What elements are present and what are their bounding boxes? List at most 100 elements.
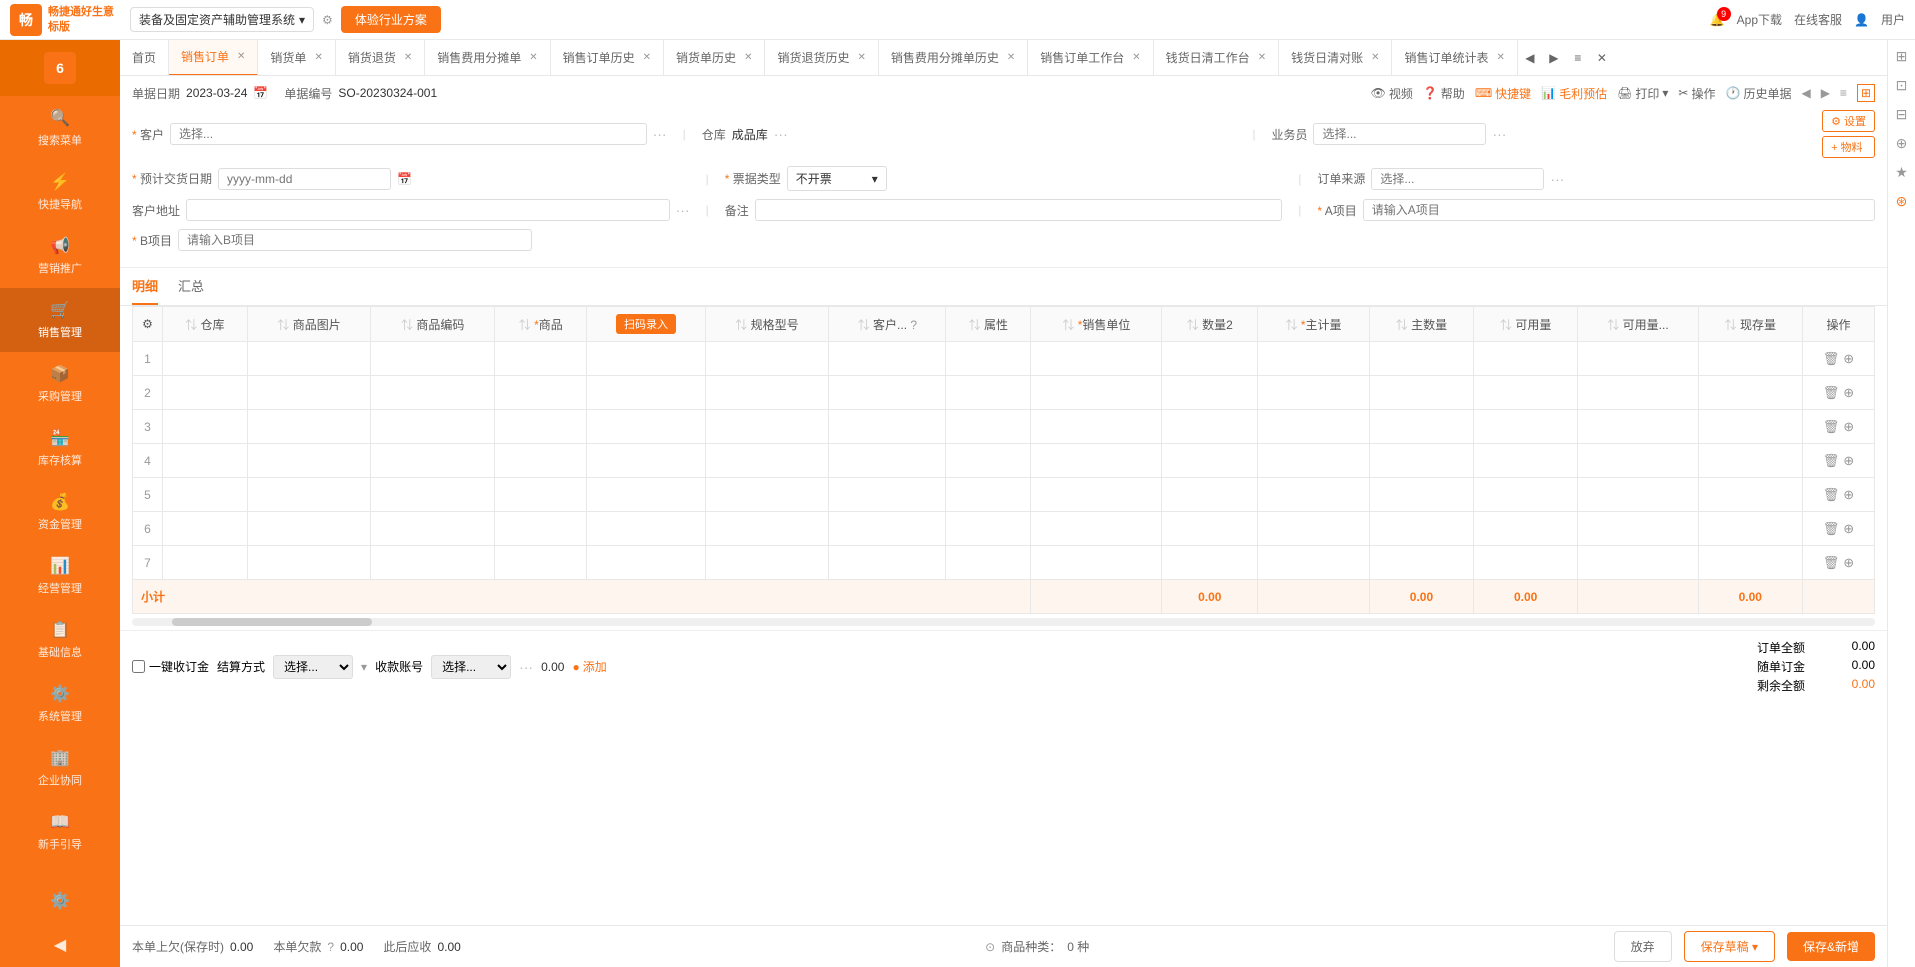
tab-detail[interactable]: 明细 [132, 268, 158, 305]
delete-icon[interactable]: 🗑 [1823, 487, 1840, 503]
copy-icon[interactable]: ⊕ [1843, 419, 1854, 435]
scroll-thumb[interactable] [172, 618, 372, 626]
tab-order-workbench[interactable]: 销售订单工作台 ✕ [1028, 40, 1153, 76]
nav-next-icon[interactable]: ▶ [1821, 86, 1830, 100]
col-attributes[interactable]: ⇅ 属性 [946, 307, 1031, 342]
grid-view-icon[interactable]: ⊞ [1857, 84, 1875, 102]
tab-menu-btn[interactable]: ≡ [1566, 40, 1590, 76]
row-spec[interactable] [705, 342, 829, 376]
tab-order-history[interactable]: 销售订单历史 ✕ [551, 40, 664, 76]
tab-home[interactable]: 首页 [120, 40, 169, 76]
copy-icon[interactable]: ⊕ [1843, 351, 1854, 367]
col-main-qty[interactable]: ⇅ 主数量 [1369, 307, 1473, 342]
tab-daily-workbench[interactable]: 钱货日清工作台 ✕ [1154, 40, 1279, 76]
scan-input-btn[interactable]: 扫码录入 [616, 314, 676, 334]
discard-btn[interactable]: 放弃 [1614, 931, 1672, 962]
col-qty2[interactable]: ⇅ 数量2 [1162, 307, 1258, 342]
tab-sales-refund[interactable]: 销货退货 ✕ [336, 40, 425, 76]
sidebar-settings-btn[interactable]: ⚙️ [0, 879, 120, 923]
sidebar-item-new-guide[interactable]: 📖 新手引导 [0, 800, 120, 864]
industry-btn[interactable]: 体验行业方案 [341, 6, 441, 33]
col-warehouse[interactable]: ⇅ 仓库 [163, 307, 248, 342]
tab-summary[interactable]: 汇总 [178, 268, 204, 305]
history-btn[interactable]: 🕐 历史单据 [1725, 85, 1791, 102]
copy-icon[interactable]: ⊕ [1843, 555, 1854, 571]
copy-icon[interactable]: ⊕ [1843, 521, 1854, 537]
delete-icon[interactable]: 🗑 [1823, 351, 1840, 367]
setup-btn[interactable]: ⚙ 设置 [1822, 110, 1875, 132]
account-select[interactable]: 选择... [431, 655, 511, 679]
tab-close-icon[interactable]: ✕ [1497, 52, 1505, 63]
delivery-date-input[interactable] [218, 168, 391, 190]
row-product[interactable] [495, 342, 587, 376]
tab-next-btn[interactable]: ▶ [1542, 40, 1566, 76]
right-icon-3[interactable]: ⊟ [1896, 106, 1908, 123]
shortcut-btn[interactable]: ⌨ 快捷键 [1475, 85, 1531, 102]
app-download-link[interactable]: App下载 [1737, 11, 1782, 28]
add-row-btn[interactable]: ● 添加 [572, 658, 606, 675]
tab-return-history[interactable]: 销货单历史 ✕ [664, 40, 765, 76]
note-input[interactable] [755, 199, 1283, 221]
delete-icon[interactable]: 🗑 [1823, 521, 1840, 537]
invoice-type-select[interactable]: 不开票 ▾ [787, 166, 887, 191]
system-selector[interactable]: 装备及固定资产辅助管理系统 ▾ [130, 7, 314, 32]
notification-icon[interactable]: 🔔 9 [1710, 13, 1725, 27]
operations-btn[interactable]: ✂ 操作 [1678, 85, 1715, 102]
sidebar-item-search-menu[interactable]: 🔍 搜索菜单 [0, 96, 120, 160]
col-available-more[interactable]: ⇅ 可用量... [1578, 307, 1698, 342]
tab-close-all-btn[interactable]: ✕ [1590, 40, 1614, 76]
copy-icon[interactable]: ⊕ [1843, 453, 1854, 469]
row-product-code[interactable] [371, 342, 495, 376]
salesperson-more-btn[interactable]: ··· [1492, 126, 1506, 142]
tab-expense-split[interactable]: 销售费用分摊单 ✕ [425, 40, 550, 76]
col-sales-unit[interactable]: ⇅ *销售单位 [1031, 307, 1162, 342]
help-btn[interactable]: ❓ 帮助 [1423, 85, 1465, 102]
tab-sales-order[interactable]: 销售订单 ✕ [169, 40, 258, 76]
row-main-qty[interactable] [1369, 342, 1473, 376]
scrollbar[interactable] [132, 618, 1875, 626]
sidebar-item-quick-nav[interactable]: ⚡ 快捷导航 [0, 160, 120, 224]
calendar-icon[interactable]: 📅 [397, 172, 412, 186]
tab-close-icon[interactable]: ✕ [237, 51, 245, 62]
right-icon-4[interactable]: ⊕ [1896, 135, 1908, 152]
sidebar-item-basic-info[interactable]: 📋 基础信息 [0, 608, 120, 672]
delete-icon[interactable]: 🗑 [1823, 555, 1840, 571]
sidebar-item-finance[interactable]: 💰 资金管理 [0, 480, 120, 544]
order-source-more-btn[interactable]: ··· [1550, 171, 1564, 187]
question-icon[interactable]: ⊙ [985, 940, 995, 954]
customer-input[interactable] [170, 123, 647, 145]
tab-close-icon[interactable]: ✕ [857, 52, 865, 63]
tab-close-icon[interactable]: ✕ [1132, 52, 1140, 63]
user-avatar[interactable]: 👤 [1854, 13, 1869, 27]
online-support-link[interactable]: 在线客服 [1794, 11, 1842, 28]
sidebar-item-operations[interactable]: 📊 经营管理 [0, 544, 120, 608]
tab-close-icon[interactable]: ✕ [1371, 52, 1379, 63]
tab-prev-btn[interactable]: ◀ [1518, 40, 1542, 76]
a-project-input[interactable] [1363, 199, 1875, 221]
tab-sales-stats[interactable]: 销售订单统计表 ✕ [1392, 40, 1517, 76]
calendar-icon[interactable]: 📅 [253, 86, 268, 100]
sidebar-item-sys-mgmt[interactable]: ⚙️ 系统管理 [0, 672, 120, 736]
nav-prev-icon[interactable]: ◀ [1801, 86, 1810, 100]
tab-close-icon[interactable]: ✕ [1258, 52, 1266, 63]
right-icon-6[interactable]: ⊛ [1896, 193, 1908, 210]
view-btn[interactable]: 👁 视频 [1371, 85, 1413, 102]
tab-close-icon[interactable]: ✕ [1007, 52, 1015, 63]
sidebar-collapse-btn[interactable]: ◀ [0, 923, 120, 967]
tab-close-icon[interactable]: ✕ [404, 52, 412, 63]
col-current-stock[interactable]: ⇅ 现存量 [1698, 307, 1802, 342]
add-product-btn[interactable]: + 物料 [1822, 136, 1875, 158]
b-project-input[interactable] [178, 229, 532, 251]
right-icon-1[interactable]: ⊞ [1896, 48, 1908, 65]
row-warehouse[interactable] [163, 342, 248, 376]
col-available-qty[interactable]: ⇅ 可用量 [1474, 307, 1578, 342]
sidebar-item-marketing[interactable]: 📢 营销推广 [0, 224, 120, 288]
save-new-btn[interactable]: 保存&新增 [1787, 932, 1875, 961]
col-product-code[interactable]: ⇅ 商品编码 [371, 307, 495, 342]
copy-icon[interactable]: ⊕ [1843, 487, 1854, 503]
order-source-input[interactable] [1371, 168, 1544, 190]
col-spec[interactable]: ⇅ 规格型号 [705, 307, 829, 342]
sidebar-item-sales-mgmt[interactable]: 🛒 销售管理 [0, 288, 120, 352]
account-more-btn[interactable]: ··· [519, 659, 533, 675]
question-icon[interactable]: ? [327, 940, 334, 954]
